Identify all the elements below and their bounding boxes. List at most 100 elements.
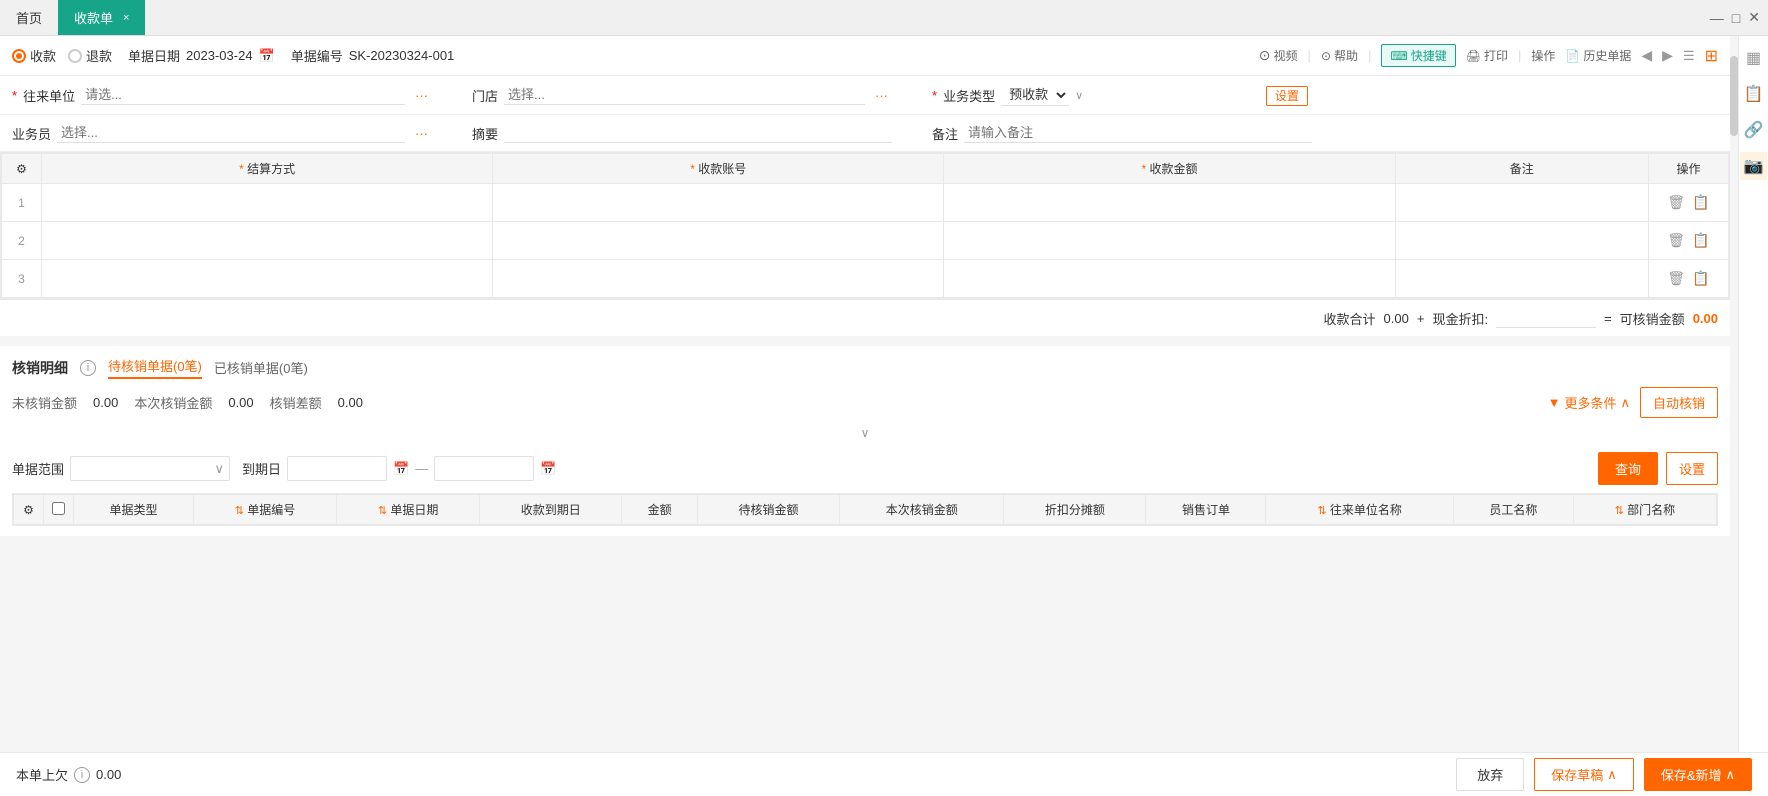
row1-remarks[interactable] [1395,184,1648,222]
bth-staff: 员工名称 [1453,495,1573,525]
tab-close-icon[interactable]: × [123,12,129,24]
filter-chevron: ∨ [12,426,1718,440]
bth-settings[interactable]: ⚙ [14,495,44,525]
row3-copy-icon[interactable]: 📋 [1692,270,1709,286]
due-date-label: 到期日 [242,459,281,478]
date-to-icon[interactable]: 📅 [540,461,556,477]
verify-info-icon[interactable]: i [80,360,96,376]
filter-settings-btn[interactable]: 设置 [1666,452,1718,485]
sidebar-link-icon[interactable]: 🔗 [1740,116,1768,144]
query-btn[interactable]: 查询 [1598,452,1658,485]
scroll-indicator [1730,36,1738,752]
maximize-button[interactable]: □ [1732,10,1740,26]
abandon-btn[interactable]: 放弃 [1456,758,1524,791]
row1-copy-icon[interactable]: 📋 [1692,194,1709,210]
list-view-icon[interactable]: ⊞ [1705,46,1718,66]
diff-value: 0.00 [338,395,363,410]
bth-bill-no: ⇅ 单据编号 [193,495,336,525]
row3-delete-icon[interactable]: 🗑 [1667,270,1685,286]
tab-home[interactable]: 首页 [0,0,58,35]
bth-bill-type: 单据类型 [74,495,194,525]
toolbar-right: ⊙ 视频 | ⊙ 帮助 | ⌨ 快捷键 🖨 打印 | 操作 📄 [1259,44,1718,67]
close-button[interactable]: ✕ [1748,9,1760,26]
radio-refund-dot [68,49,82,63]
sidebar-camera-icon[interactable]: 📷 [1740,152,1768,180]
draft-btn[interactable]: 保存草稿 ∧ [1534,758,1634,791]
store-label: 门店 [472,86,498,105]
row2-actions: 🗑 📋 [1649,222,1729,260]
row1-actions: 🗑 📋 [1649,184,1729,222]
sidebar-doc-icon[interactable]: 📋 [1740,80,1768,108]
chevron-down-icon: ∨ [861,426,870,440]
nav-left-arrow[interactable]: ◀ [1641,47,1652,64]
row1-amount[interactable] [944,184,1395,222]
select-all-checkbox[interactable] [52,502,65,515]
row1-settlement[interactable] [42,184,493,222]
bth-checkbox[interactable] [44,495,74,525]
print-link[interactable]: 🖨 打印 [1466,47,1508,64]
staff-more-btn[interactable]: ··· [411,126,432,141]
summary-input[interactable] [504,123,892,143]
row3-remarks[interactable] [1395,260,1648,298]
tab-receive-bill[interactable]: 收款单 × [58,0,145,35]
row2-settlement[interactable] [42,222,493,260]
date-from-icon[interactable]: 📅 [393,461,409,477]
row3-amount[interactable] [944,260,1395,298]
done-tab[interactable]: 已核销单据(0笔) [214,358,308,377]
equals-sign: = [1604,311,1612,326]
scroll-thumb[interactable] [1730,56,1738,136]
date-from-input[interactable]: 2022-04-01 [287,456,387,481]
verify-header: 核销明细 i 待核销单据(0笔) 已核销单据(0笔) [12,356,1718,379]
scope-select[interactable] [70,456,230,481]
bottom-gear-icon[interactable]: ⚙ [23,503,34,517]
staff-input[interactable] [57,123,405,143]
row3-settlement[interactable] [42,260,493,298]
shortcut-link[interactable]: ⌨ 快捷键 [1381,44,1455,67]
remarks-input[interactable] [964,123,1312,143]
business-type-arrow[interactable]: ∨ [1075,89,1083,102]
row2-copy-icon[interactable]: 📋 [1692,232,1709,248]
row3-account[interactable] [493,260,944,298]
settings-gear-icon[interactable]: ⚙ [16,162,27,176]
help-link[interactable]: ⊙ 帮助 [1321,47,1358,64]
settings-label[interactable]: 设置 [1266,86,1308,106]
operation-link[interactable]: 操作 [1531,47,1555,64]
more-conditions-btn[interactable]: ▼ 更多条件 ∧ [1548,393,1630,412]
nav-right-arrow[interactable]: ▶ [1662,47,1673,64]
sidebar-table-icon[interactable]: ▦ [1742,44,1765,72]
video-link[interactable]: ⊙ 视频 [1259,47,1298,64]
row2-account[interactable] [493,222,944,260]
tab-active-label: 收款单 [74,8,113,27]
counterpart-input[interactable] [81,85,405,105]
date-to-input[interactable]: 2022-04-12 [434,456,534,481]
discount-input[interactable] [1496,308,1596,328]
settings-btn[interactable]: 设置 [1262,87,1312,104]
row1-delete-icon[interactable]: 🗑 [1667,194,1685,210]
row1-account[interactable] [493,184,944,222]
row2-amount[interactable] [944,222,1395,260]
store-input[interactable] [504,85,865,105]
diff-label: 核销差额 [270,393,322,412]
staff-label: 业务员 [12,124,51,143]
counterpart-more-btn[interactable]: ··· [411,88,432,103]
filter-row: 单据范围 ∨ 到期日 2022-04-01 📅 — 2022-04-12 📅 [12,444,1718,493]
auto-verify-btn[interactable]: 自动核销 [1640,387,1718,418]
th-account: * 收款账号 [493,154,944,184]
bill-limit-info-icon[interactable]: i [74,767,90,783]
grid-view-icon[interactable]: ☰ [1683,48,1695,64]
pending-tab[interactable]: 待核销单据(0笔) [108,356,202,379]
row2-remarks[interactable] [1395,222,1648,260]
store-more-btn[interactable]: ··· [871,88,892,103]
th-settings[interactable]: ⚙ [2,154,42,184]
minimize-button[interactable]: — [1710,10,1724,26]
row2-delete-icon[interactable]: 🗑 [1667,232,1685,248]
th-settlement-label: 结算方式 [247,162,295,176]
calendar-icon[interactable]: 📅 [259,48,275,64]
business-type-select[interactable]: 预收款 [1001,84,1069,106]
history-link[interactable]: 📄 历史单据 [1565,47,1631,64]
radio-receive[interactable]: 收款 [12,46,56,65]
discount-label: 现金折扣: [1432,309,1488,328]
radio-refund[interactable]: 退款 [68,46,112,65]
bill-date-value[interactable]: 2023-03-24 [186,48,253,63]
save-new-btn[interactable]: 保存&新增 ∧ [1644,758,1752,791]
